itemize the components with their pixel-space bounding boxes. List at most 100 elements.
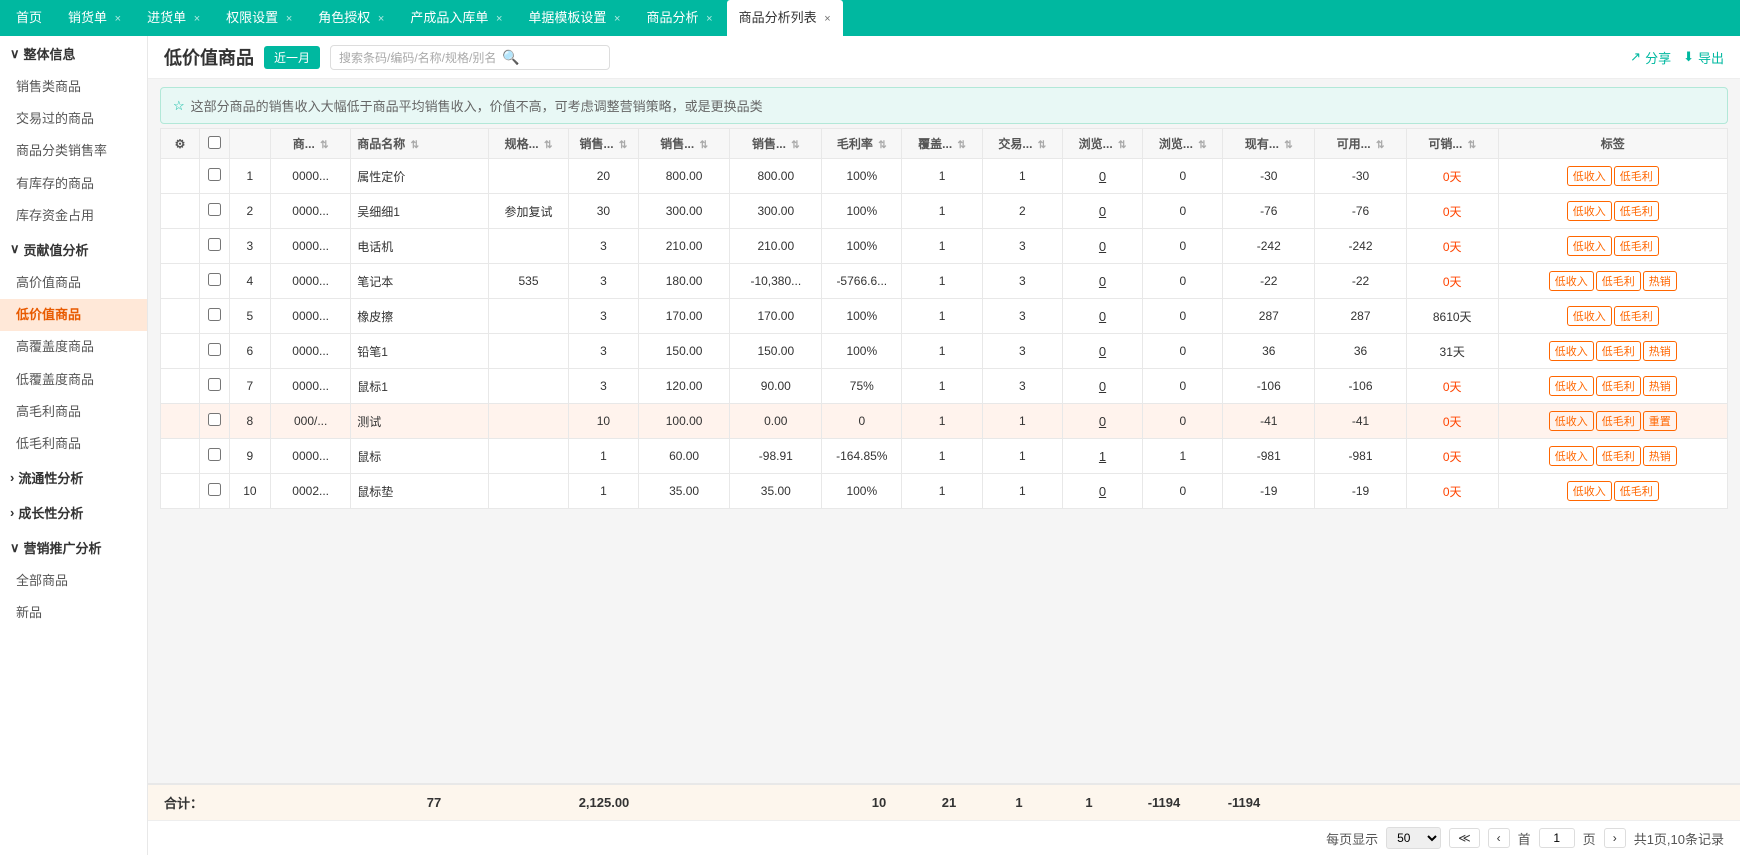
sidebar-group-marketing[interactable]: ∨ 营销推广分析 [0, 530, 147, 565]
close-icon[interactable]: × [115, 13, 121, 25]
nav-item-template[interactable]: 单据模板设置 × [516, 0, 632, 36]
close-icon[interactable]: × [706, 13, 712, 25]
sidebar-item-high-coverage[interactable]: 高覆盖度商品 [0, 331, 147, 363]
browse-link[interactable]: 0 [1099, 309, 1106, 324]
close-icon[interactable]: × [378, 13, 384, 25]
sidebar-group-circulation[interactable]: › 流通性分析 [0, 460, 147, 495]
page-size-select[interactable]: 50 100 [1386, 827, 1441, 849]
browse1[interactable]: 0 [1062, 474, 1142, 509]
col-checkbox[interactable] [199, 129, 229, 159]
close-icon[interactable]: × [286, 13, 292, 25]
row-checkbox[interactable] [208, 238, 221, 251]
col-coverage-header[interactable]: 覆盖... ⇅ [902, 129, 982, 159]
row-checkbox[interactable] [208, 343, 221, 356]
checkbox-cell[interactable] [199, 334, 229, 369]
next-page-button[interactable]: › [1604, 828, 1626, 848]
browse-link[interactable]: 0 [1099, 204, 1106, 219]
nav-item-sales[interactable]: 销货单 × [56, 0, 133, 36]
col-browse1-header[interactable]: 浏览... ⇅ [1062, 129, 1142, 159]
browse-link[interactable]: 1 [1099, 449, 1106, 464]
browse1[interactable]: 0 [1062, 334, 1142, 369]
checkbox-cell[interactable] [199, 264, 229, 299]
col-current-stock-header[interactable]: 现有... ⇅ [1223, 129, 1315, 159]
col-available-stock-header[interactable]: 可用... ⇅ [1315, 129, 1407, 159]
sidebar-group-contribution[interactable]: ∨ 贡献值分析 [0, 232, 147, 267]
sidebar-item-high-value[interactable]: 高价值商品 [0, 267, 147, 299]
share-button[interactable]: ↗ 分享 [1630, 48, 1671, 67]
close-icon[interactable]: × [194, 13, 200, 25]
col-sales-amount-header[interactable]: 销售... ⇅ [638, 129, 730, 159]
sidebar-item-low-profit[interactable]: 低毛利商品 [0, 428, 147, 460]
browse-link[interactable]: 0 [1099, 344, 1106, 359]
checkbox-cell[interactable] [199, 474, 229, 509]
col-saleable-days-header[interactable]: 可销... ⇅ [1406, 129, 1498, 159]
prev-page-button[interactable]: ‹ [1488, 828, 1510, 848]
checkbox-cell[interactable] [199, 439, 229, 474]
sidebar-item-all-goods[interactable]: 全部商品 [0, 565, 147, 597]
row-checkbox[interactable] [208, 448, 221, 461]
browse-link[interactable]: 0 [1099, 484, 1106, 499]
page-input[interactable] [1539, 828, 1575, 848]
browse-link[interactable]: 0 [1099, 169, 1106, 184]
row-checkbox[interactable] [208, 273, 221, 286]
sidebar-group-growth[interactable]: › 成长性分析 [0, 495, 147, 530]
row-checkbox[interactable] [208, 413, 221, 426]
sidebar-item-new-goods[interactable]: 新品 [0, 597, 147, 629]
col-name-header[interactable]: 商品名称 ⇅ [351, 129, 489, 159]
col-trade-header[interactable]: 交易... ⇅ [982, 129, 1062, 159]
sidebar-item-low-coverage[interactable]: 低覆盖度商品 [0, 364, 147, 396]
sidebar-item-high-profit[interactable]: 高毛利商品 [0, 396, 147, 428]
checkbox-cell[interactable] [199, 369, 229, 404]
sidebar-item-stock-goods[interactable]: 有库存的商品 [0, 168, 147, 200]
close-icon[interactable]: × [614, 13, 620, 25]
close-icon[interactable]: × [824, 13, 830, 25]
col-spec-header[interactable]: 规格... ⇅ [488, 129, 568, 159]
checkbox-cell[interactable] [199, 299, 229, 334]
export-button[interactable]: ⬇ 导出 [1683, 48, 1724, 67]
checkbox-cell[interactable] [199, 229, 229, 264]
row-checkbox[interactable] [208, 168, 221, 181]
row-checkbox[interactable] [208, 483, 221, 496]
browse1[interactable]: 0 [1062, 264, 1142, 299]
search-icon[interactable]: 🔍 [502, 49, 519, 66]
nav-home[interactable]: 首页 [4, 0, 54, 36]
nav-item-goods-list[interactable]: 商品分析列表 × [727, 0, 843, 36]
sidebar-item-category-sales-rate[interactable]: 商品分类销售率 [0, 135, 147, 167]
select-all-checkbox[interactable] [208, 136, 221, 149]
col-settings[interactable]: ⚙ [161, 129, 200, 159]
nav-item-permissions[interactable]: 权限设置 × [214, 0, 304, 36]
checkbox-cell[interactable] [199, 194, 229, 229]
sidebar-item-sales-goods[interactable]: 销售类商品 [0, 71, 147, 103]
col-code-header[interactable]: 商... ⇅ [271, 129, 351, 159]
checkbox-cell[interactable] [199, 159, 229, 194]
browse-link[interactable]: 0 [1099, 379, 1106, 394]
browse1[interactable]: 0 [1062, 369, 1142, 404]
row-checkbox[interactable] [208, 378, 221, 391]
row-checkbox[interactable] [208, 308, 221, 321]
browse1[interactable]: 0 [1062, 299, 1142, 334]
nav-item-goods-analysis[interactable]: 商品分析 × [634, 0, 724, 36]
sidebar-group-overview[interactable]: ∨ 整体信息 [0, 36, 147, 71]
browse-link[interactable]: 0 [1099, 274, 1106, 289]
row-checkbox[interactable] [208, 203, 221, 216]
col-browse2-header[interactable]: 浏览... ⇅ [1143, 129, 1223, 159]
nav-item-purchase[interactable]: 进货单 × [135, 0, 212, 36]
nav-item-roles[interactable]: 角色授权 × [306, 0, 396, 36]
nav-item-warehouse[interactable]: 产成品入库单 × [398, 0, 514, 36]
sidebar-item-stock-funds[interactable]: 库存资金占用 [0, 200, 147, 232]
browse1[interactable]: 0 [1062, 194, 1142, 229]
period-button[interactable]: 近一月 [264, 46, 320, 69]
close-icon[interactable]: × [496, 13, 502, 25]
checkbox-cell[interactable] [199, 404, 229, 439]
col-sales-qty-header[interactable]: 销售... ⇅ [569, 129, 639, 159]
browse-link[interactable]: 0 [1099, 239, 1106, 254]
browse1[interactable]: 0 [1062, 404, 1142, 439]
sidebar-item-low-value[interactable]: 低价值商品 [0, 299, 147, 331]
sidebar-item-traded-goods[interactable]: 交易过的商品 [0, 103, 147, 135]
browse-link[interactable]: 0 [1099, 414, 1106, 429]
browse1[interactable]: 0 [1062, 159, 1142, 194]
col-sales-profit-header[interactable]: 销售... ⇅ [730, 129, 822, 159]
browse1[interactable]: 1 [1062, 439, 1142, 474]
search-box[interactable]: 搜索条码/编码/名称/规格/别名 🔍 [330, 45, 610, 70]
col-gross-margin-header[interactable]: 毛利率 ⇅ [822, 129, 902, 159]
